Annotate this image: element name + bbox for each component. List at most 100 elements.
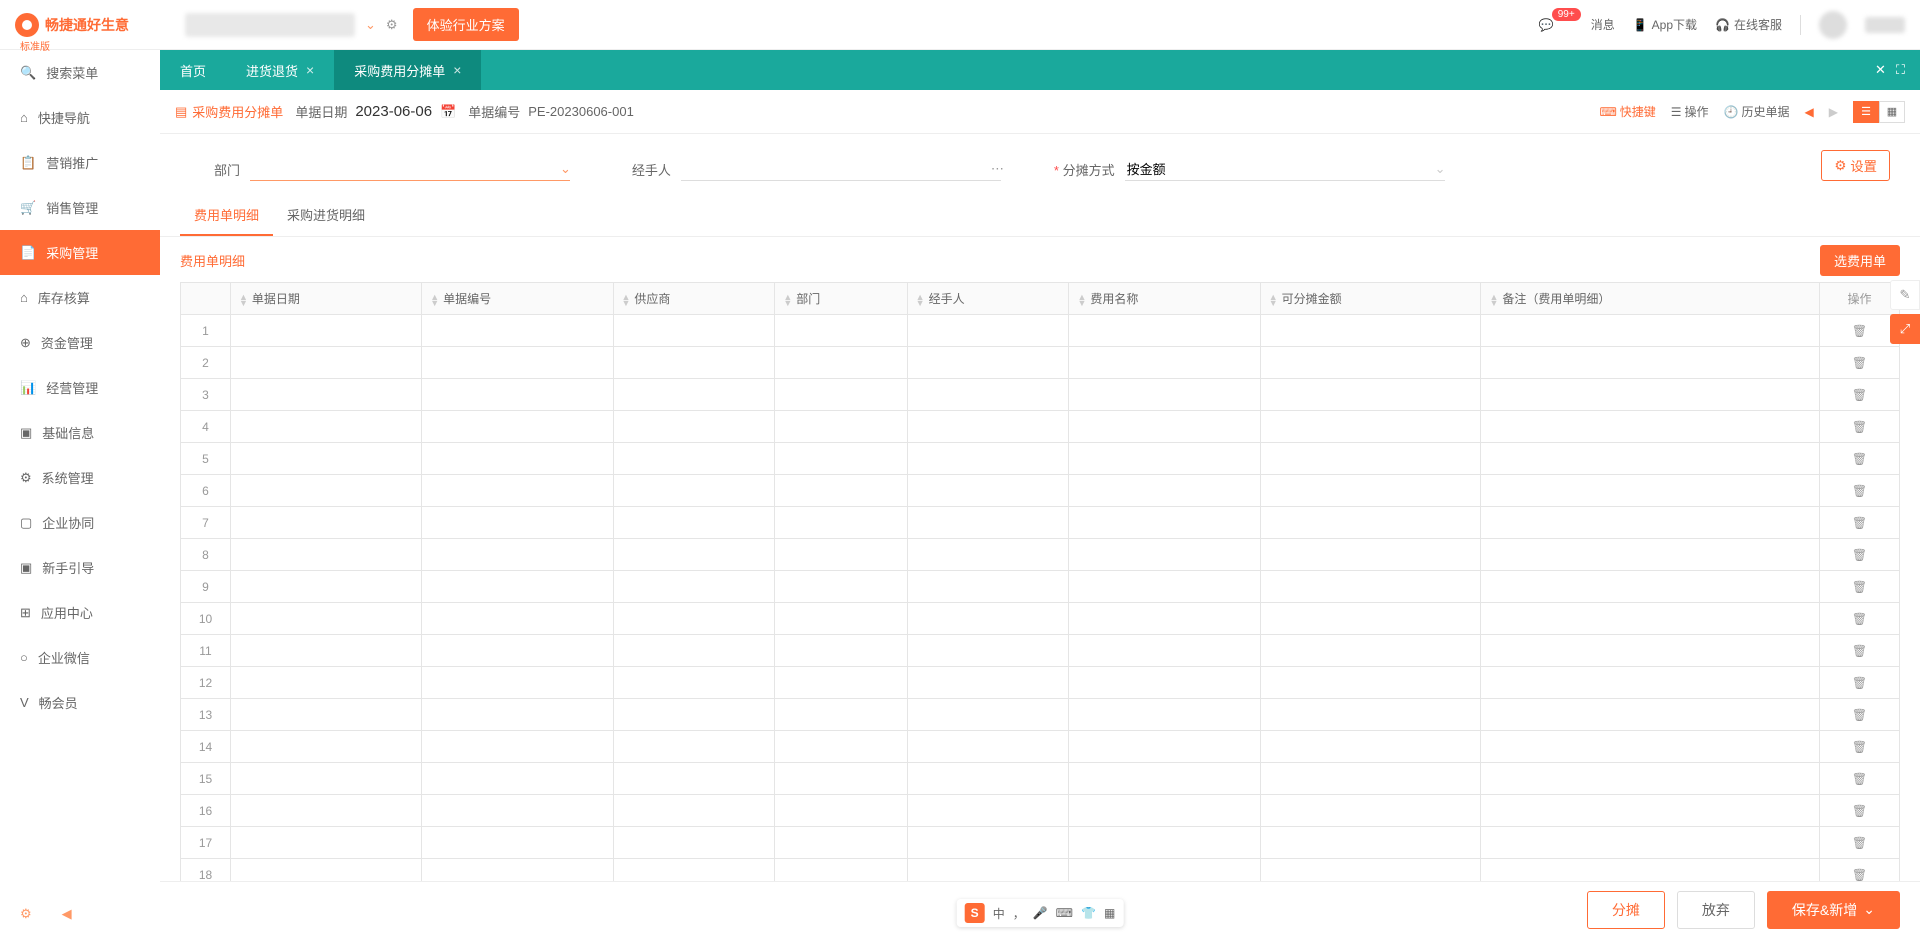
cell[interactable]: [775, 411, 907, 443]
delete-icon[interactable]: 🗑: [1852, 676, 1867, 690]
cell[interactable]: [613, 443, 775, 475]
cell[interactable]: [613, 827, 775, 859]
cell[interactable]: [907, 827, 1069, 859]
cell[interactable]: [907, 859, 1069, 882]
cell[interactable]: [1260, 507, 1481, 539]
cell[interactable]: [422, 635, 613, 667]
delete-icon[interactable]: 🗑: [1852, 516, 1867, 530]
messages-button[interactable]: 💬 99+ 消息: [1539, 16, 1615, 33]
cell[interactable]: [1260, 539, 1481, 571]
cell[interactable]: [231, 699, 422, 731]
cell[interactable]: [775, 315, 907, 347]
sidebar-item-6[interactable]: ⊕资金管理: [0, 320, 160, 365]
cell[interactable]: [1481, 347, 1820, 379]
delete-icon[interactable]: 🗑: [1852, 868, 1867, 882]
table-row[interactable]: 17🗑: [181, 827, 1900, 859]
cell[interactable]: [231, 411, 422, 443]
cell[interactable]: [1069, 795, 1260, 827]
cell[interactable]: [422, 539, 613, 571]
col-header-8[interactable]: ▲▼备注（费用单明细）: [1481, 283, 1820, 315]
cell[interactable]: [907, 315, 1069, 347]
cell[interactable]: [1481, 379, 1820, 411]
cell[interactable]: [775, 347, 907, 379]
cell[interactable]: [422, 347, 613, 379]
table-row[interactable]: 9🗑: [181, 571, 1900, 603]
sidebar-item-2[interactable]: 📋营销推广: [0, 140, 160, 185]
cell[interactable]: [613, 411, 775, 443]
cell[interactable]: [1481, 475, 1820, 507]
table-row[interactable]: 1🗑: [181, 315, 1900, 347]
shirt-icon[interactable]: 👕: [1081, 906, 1096, 920]
delete-icon[interactable]: 🗑: [1852, 612, 1867, 626]
sidebar-item-1[interactable]: ⌂快捷导航: [0, 95, 160, 140]
cell[interactable]: [422, 827, 613, 859]
cell[interactable]: [775, 859, 907, 882]
cell[interactable]: [613, 635, 775, 667]
cell[interactable]: [1481, 795, 1820, 827]
cell[interactable]: [907, 411, 1069, 443]
sidebar-item-12[interactable]: ⊞应用中心: [0, 590, 160, 635]
cell[interactable]: [1069, 539, 1260, 571]
dept-input[interactable]: [250, 157, 570, 181]
collapse-icon[interactable]: ◀: [62, 906, 72, 922]
table-row[interactable]: 3🗑: [181, 379, 1900, 411]
delete-icon[interactable]: 🗑: [1852, 804, 1867, 818]
col-header-1[interactable]: ▲▼单据日期: [231, 283, 422, 315]
sidebar-item-10[interactable]: ▢企业协同: [0, 500, 160, 545]
fullscreen-icon[interactable]: ⛶: [1896, 62, 1905, 78]
cell[interactable]: [1481, 699, 1820, 731]
table-wrap[interactable]: ▲▼单据日期▲▼单据编号▲▼供应商▲▼部门▲▼经手人▲▼费用名称▲▼可分摊金额▲…: [160, 282, 1920, 881]
cell[interactable]: [775, 539, 907, 571]
cell[interactable]: [1481, 507, 1820, 539]
col-header-9[interactable]: 操作: [1820, 283, 1900, 315]
cell[interactable]: [422, 859, 613, 882]
list-view-button[interactable]: ☰: [1853, 101, 1879, 123]
close-icon[interactable]: ×: [306, 62, 314, 78]
online-service-button[interactable]: 🎧 在线客服: [1715, 16, 1782, 33]
delete-icon[interactable]: 🗑: [1852, 772, 1867, 786]
cell[interactable]: [1069, 827, 1260, 859]
cell[interactable]: [613, 859, 775, 882]
col-header-3[interactable]: ▲▼供应商: [613, 283, 775, 315]
cell[interactable]: [907, 507, 1069, 539]
table-row[interactable]: 15🗑: [181, 763, 1900, 795]
cell[interactable]: [422, 763, 613, 795]
cell[interactable]: [1481, 603, 1820, 635]
method-input[interactable]: [1125, 157, 1445, 181]
doc-date[interactable]: 2023-06-06: [355, 103, 432, 120]
cell[interactable]: [1069, 731, 1260, 763]
cell[interactable]: [1260, 603, 1481, 635]
cell[interactable]: [1260, 859, 1481, 882]
cell[interactable]: [231, 859, 422, 882]
delete-icon[interactable]: 🗑: [1852, 548, 1867, 562]
sidebar-item-4[interactable]: 📄采购管理: [0, 230, 160, 275]
cell[interactable]: [1069, 379, 1260, 411]
col-header-0[interactable]: [181, 283, 231, 315]
mic-icon[interactable]: 🎤: [1033, 906, 1048, 920]
delete-icon[interactable]: 🗑: [1852, 452, 1867, 466]
cell[interactable]: [1260, 763, 1481, 795]
cell[interactable]: [1260, 571, 1481, 603]
table-row[interactable]: 6🗑: [181, 475, 1900, 507]
prev-icon[interactable]: ◀: [1805, 105, 1814, 119]
cell[interactable]: [422, 315, 613, 347]
sidebar-item-9[interactable]: ⚙系统管理: [0, 455, 160, 500]
shortcut-button[interactable]: ⌨快捷键: [1599, 103, 1655, 120]
history-button[interactable]: 🕘历史单据: [1724, 103, 1790, 120]
delete-icon[interactable]: 🗑: [1852, 388, 1867, 402]
col-header-7[interactable]: ▲▼可分摊金额: [1260, 283, 1481, 315]
delete-icon[interactable]: 🗑: [1852, 644, 1867, 658]
cell[interactable]: [907, 603, 1069, 635]
operation-button[interactable]: ☰操作: [1671, 103, 1709, 120]
cell[interactable]: [613, 539, 775, 571]
table-row[interactable]: 13🗑: [181, 699, 1900, 731]
cell[interactable]: [613, 603, 775, 635]
settings-button[interactable]: ⚙设置: [1821, 150, 1890, 181]
cell[interactable]: [1481, 859, 1820, 882]
delete-icon[interactable]: 🗑: [1852, 324, 1867, 338]
sidebar-item-11[interactable]: ▣新手引导: [0, 545, 160, 590]
cell[interactable]: [1260, 411, 1481, 443]
select-expense-button[interactable]: 选费用单: [1820, 245, 1900, 276]
cell[interactable]: [613, 315, 775, 347]
table-row[interactable]: 4🗑: [181, 411, 1900, 443]
